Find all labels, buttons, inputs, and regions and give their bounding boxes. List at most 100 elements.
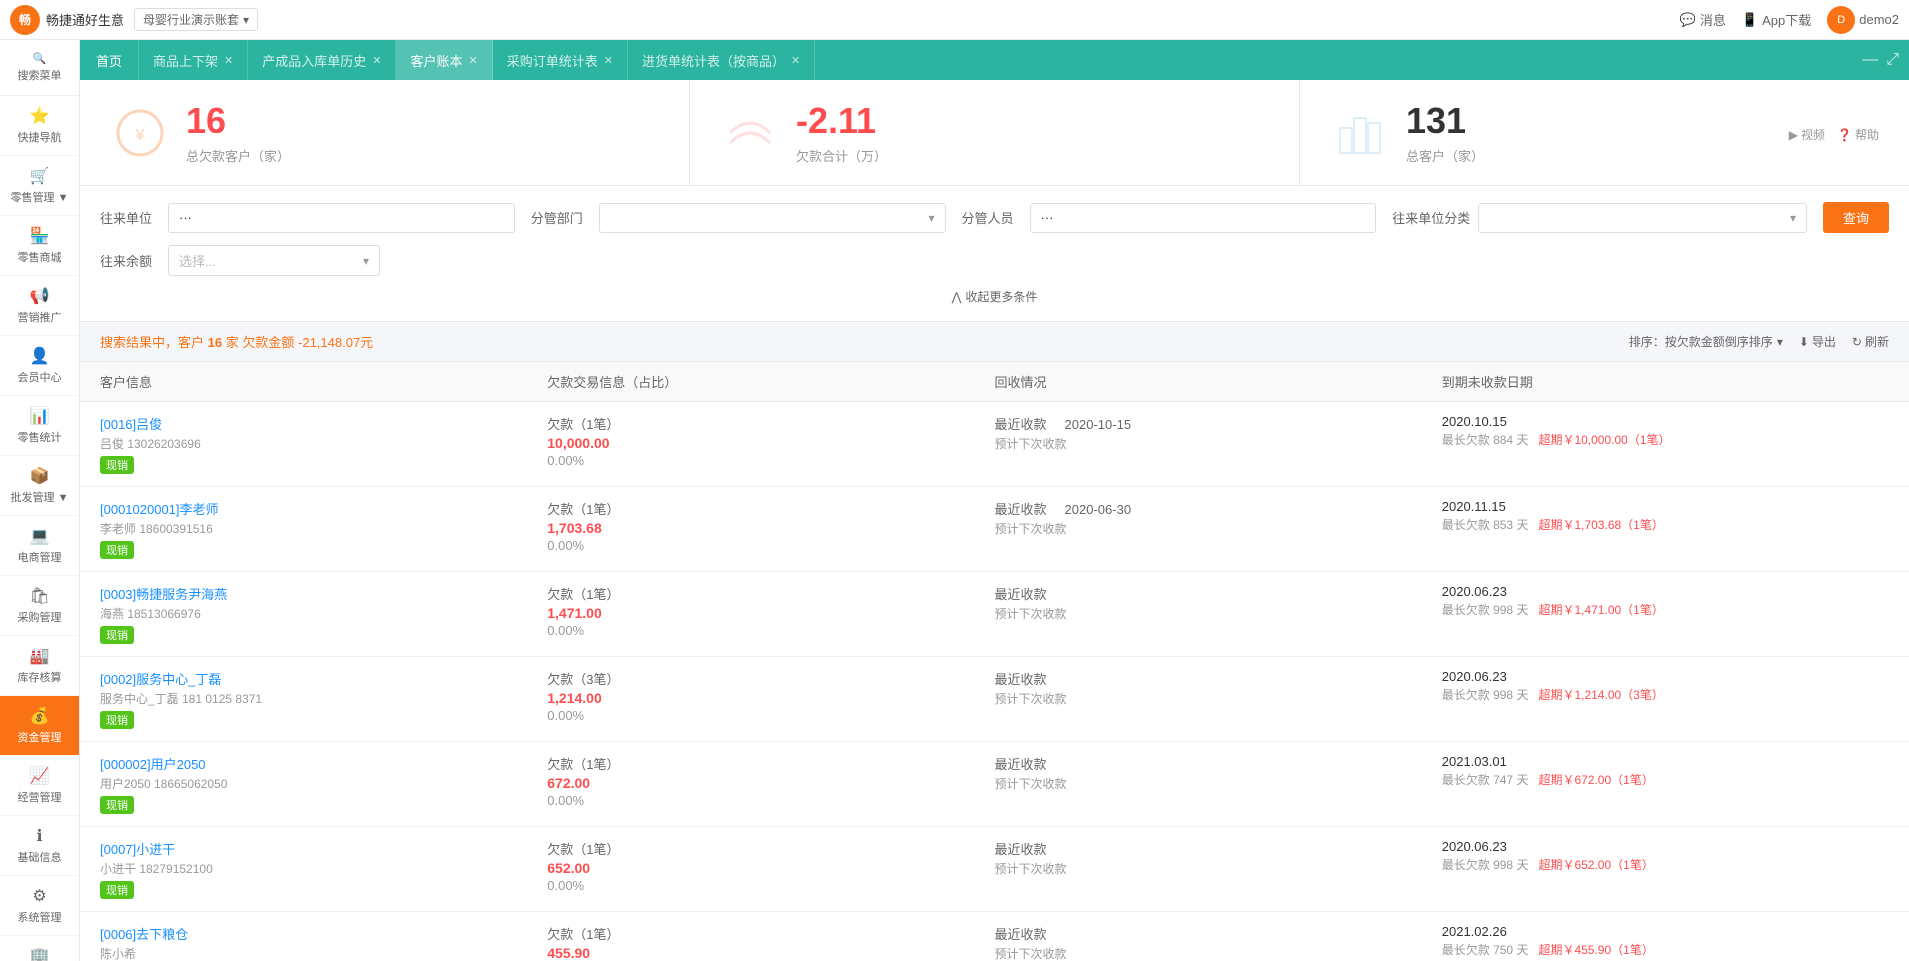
tab-close-icon[interactable]: ✕ <box>604 54 613 67</box>
debt-info-cell: 欠款（1笔） 10,000.00 0.00% <box>547 414 994 468</box>
overdue-amount-link[interactable]: 超期￥672.00（1笔） <box>1538 773 1653 787</box>
sort-select[interactable]: 排序：按欠款金额倒序排序 ▾ <box>1629 333 1783 350</box>
sidebar-item-marketing[interactable]: 📢 营销推广 <box>0 276 79 336</box>
finance-icon: 💰 <box>30 706 50 726</box>
tab-close-icon[interactable]: ✕ <box>791 54 800 67</box>
video-btn[interactable]: ▶ 视频 <box>1789 126 1825 143</box>
app-download-btn[interactable]: 📱 App下载 <box>1742 10 1811 29</box>
filter-row-1: 往来单位 ··· 分管部门 ▾ <box>100 202 1889 233</box>
tab-close-icon[interactable]: ✕ <box>224 54 233 67</box>
debt-info-cell: 欠款（1笔） 455.90 0.00% <box>547 924 994 961</box>
user-menu[interactable]: D demo2 <box>1827 6 1899 34</box>
overdue-amount-link[interactable]: 超期￥455.90（1笔） <box>1538 943 1653 957</box>
tab-home[interactable]: 首页 <box>80 40 139 80</box>
customer-name-link[interactable]: [0003]畅捷服务尹海燕 <box>100 587 227 602</box>
customer-info-cell: [0002]服务中心_丁磊 服务中心_丁磊 181 0125 8371 现销 <box>100 669 547 729</box>
help-icon: ❓ <box>1837 128 1852 142</box>
sidebar-item-label: 基础信息 <box>18 849 62 865</box>
collection-latest: 最近收款 2020-06-30 <box>995 499 1442 518</box>
stat-label-total-customers: 总客户（家） <box>1406 146 1484 165</box>
table-header: 客户信息 欠款交易信息（占比） 回收情况 到期未收款日期 <box>80 362 1909 402</box>
customer-name-link[interactable]: [000002]用户2050 <box>100 757 206 772</box>
stat-label-debt-customers: 总欠款客户（家） <box>186 146 290 165</box>
overdue-amount-link[interactable]: 超期￥1,471.00（1笔） <box>1538 603 1663 617</box>
debt-amount: 10,000.00 <box>547 435 994 451</box>
sidebar-item-system[interactable]: ⚙ 系统管理 <box>0 876 79 936</box>
customer-name-link[interactable]: [0002]服务中心_丁磊 <box>100 672 221 687</box>
sidebar-item-label: 库存核算 <box>18 669 62 685</box>
customer-name-link[interactable]: [0007]小进干 <box>100 842 175 857</box>
person-input[interactable]: ··· <box>1030 203 1377 233</box>
customer-name-link[interactable]: [0016]吕俊 <box>100 417 162 432</box>
sidebar-item-label: 会员中心 <box>18 369 62 385</box>
source-unit-input[interactable]: ··· <box>168 203 515 233</box>
tab-customer-account[interactable]: 客户账本 ✕ <box>396 40 492 80</box>
export-label: 导出 <box>1812 333 1836 350</box>
overdue-amount-link[interactable]: 超期￥1,214.00（3笔） <box>1538 688 1663 702</box>
debt-count: 欠款（1笔） <box>547 414 994 433</box>
sidebar-item-quick-nav[interactable]: ⭐ 快捷导航 <box>0 96 79 156</box>
sidebar-item-batch-mgmt[interactable]: 📦 批发管理 ▼ <box>0 456 79 516</box>
unit-category-label: 往来单位分类 <box>1392 208 1470 227</box>
tab-purchase-order[interactable]: 采购订单统计表 ✕ <box>493 40 628 80</box>
collection-cell: 最近收款 预计下次收款 <box>995 754 1442 792</box>
search-menu-btn[interactable]: 🔍 搜索菜单 <box>4 48 75 87</box>
debt-ratio: 0.00% <box>547 623 994 638</box>
help-btn[interactable]: ❓ 帮助 <box>1837 126 1879 143</box>
table-row: [0001020001]李老师 李老师 18600391516 现销 欠款（1笔… <box>80 487 1909 572</box>
collection-next: 预计下次收款 <box>995 775 1442 792</box>
tab-stock-stats[interactable]: 进货单统计表（按商品） ✕ <box>628 40 815 80</box>
message-btn[interactable]: 💬 消息 <box>1680 10 1726 29</box>
sidebar-item-inventory[interactable]: 🏭 库存核算 <box>0 636 79 696</box>
debt-total-icon <box>720 103 780 163</box>
sidebar-item-retail-mall[interactable]: 🏪 零售商城 <box>0 216 79 276</box>
tab-close-icon[interactable]: ✕ <box>372 54 381 67</box>
customer-name-link[interactable]: [0001020001]李老师 <box>100 502 219 517</box>
tabs-minimize-btn[interactable]: — <box>1862 51 1878 69</box>
export-btn[interactable]: ⬇ 导出 <box>1799 333 1836 350</box>
tabs-bar: 首页 商品上下架 ✕ 产成品入库单历史 ✕ 客户账本 ✕ 采购订单统计表 ✕ <box>80 40 1909 80</box>
sidebar-item-basic-info[interactable]: ℹ 基础信息 <box>0 816 79 876</box>
tab-close-icon[interactable]: ✕ <box>469 54 478 67</box>
table-row: [000002]用户2050 用户2050 18665062050 现销 欠款（… <box>80 742 1909 827</box>
person-label: 分管人员 <box>962 208 1022 227</box>
filter-unit-category: 往来单位分类 ▾ <box>1392 203 1807 233</box>
overdue-amount-link[interactable]: 超期￥10,000.00（1笔） <box>1538 433 1670 447</box>
sidebar-item-enterprise[interactable]: 🏢 企业协同 <box>0 936 79 961</box>
unit-category-select[interactable]: ▾ <box>1478 203 1807 233</box>
overdue-amount-link[interactable]: 超期￥652.00（1笔） <box>1538 858 1653 872</box>
overdue-amount-link[interactable]: 超期￥1,703.68（1笔） <box>1538 518 1663 532</box>
sidebar-item-label: 资金管理 <box>18 729 62 745</box>
tab-products-off[interactable]: 商品上下架 ✕ <box>139 40 248 80</box>
sidebar-item-finance[interactable]: 💰 资金管理 <box>0 696 79 756</box>
dept-select[interactable]: ▾ <box>599 203 946 233</box>
sidebar-item-operations[interactable]: 📈 经营管理 <box>0 756 79 816</box>
debt-ratio: 0.00% <box>547 453 994 468</box>
results-customer-count: 16 <box>208 335 222 350</box>
tabs-maximize-btn[interactable]: ⤢ <box>1886 51 1899 69</box>
overdue-date: 2020.11.15 <box>1442 499 1889 514</box>
sidebar-item-retail-stats[interactable]: 📊 零售统计 <box>0 396 79 456</box>
refresh-btn[interactable]: ↻ 刷新 <box>1852 333 1889 350</box>
sidebar-item-purchase[interactable]: 🛍 采购管理 <box>0 576 79 636</box>
chevron-down-icon: ▾ <box>363 254 369 268</box>
svg-text:¥: ¥ <box>135 127 145 144</box>
query-button[interactable]: 查询 <box>1823 202 1889 233</box>
customer-name-link[interactable]: [0006]去下粮仓 <box>100 927 188 942</box>
col-header-collection: 回收情况 <box>995 372 1442 391</box>
overdue-date: 2021.02.26 <box>1442 924 1889 939</box>
star-icon: ⭐ <box>30 106 50 126</box>
collapse-filters-btn[interactable]: ⋀ 收起更多条件 <box>100 288 1889 305</box>
sidebar-search-section: 🔍 搜索菜单 <box>0 40 79 96</box>
refresh-icon: ↻ <box>1852 335 1862 349</box>
overdue-cell: 2021.03.01 最长欠款 747 天 超期￥672.00（1笔） <box>1442 754 1889 788</box>
col-header-debt: 欠款交易信息（占比） <box>547 372 994 391</box>
tab-product-history[interactable]: 产成品入库单历史 ✕ <box>248 40 396 80</box>
overdue-date: 2020.10.15 <box>1442 414 1889 429</box>
sidebar-item-retail-mgmt[interactable]: 🛒 零售管理 ▼ <box>0 156 79 216</box>
industry-selector[interactable]: 母婴行业演示账套 ▾ <box>134 8 258 31</box>
overdue-cell: 2020.06.23 最长欠款 998 天 超期￥1,214.00（3笔） <box>1442 669 1889 703</box>
balance-select[interactable]: 选择... ▾ <box>168 245 380 276</box>
sidebar-item-member[interactable]: 👤 会员中心 <box>0 336 79 396</box>
sidebar-item-ecommerce[interactable]: 💻 电商管理 <box>0 516 79 576</box>
